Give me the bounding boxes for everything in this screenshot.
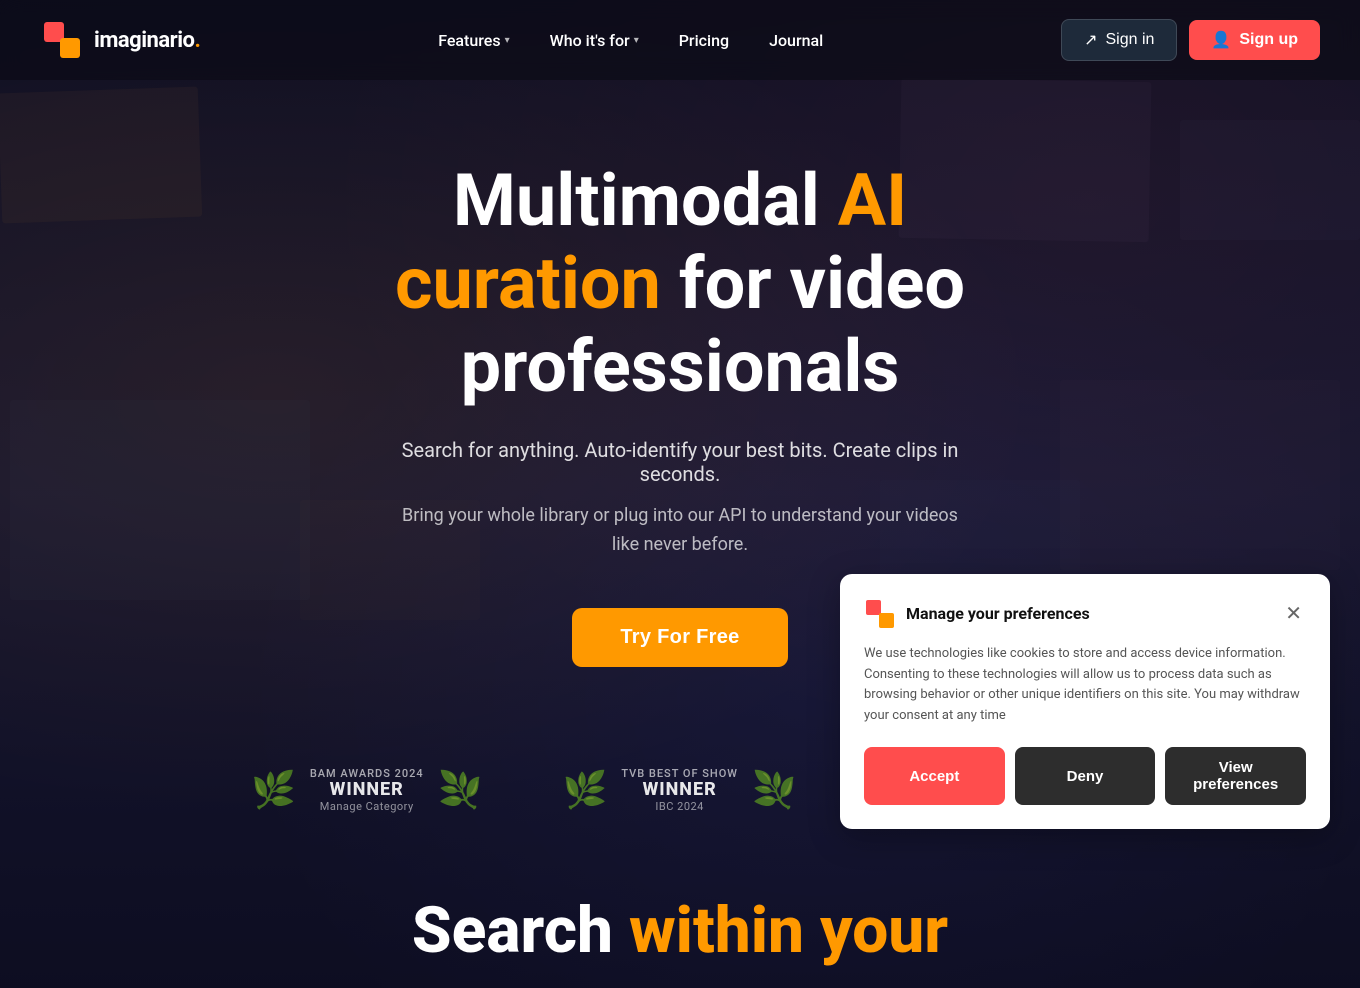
try-for-free-button[interactable]: Try For Free — [572, 608, 787, 667]
wreath-right-icon-2: 🌿 — [752, 772, 797, 808]
logo[interactable]: imaginario. — [40, 18, 200, 62]
award-item-2: 🌿 TVB Best of Show WINNER IBC 2024 🌿 — [562, 767, 796, 813]
nav-pricing[interactable]: Pricing — [663, 23, 745, 58]
headline-ai: AI — [838, 158, 907, 243]
cookie-brand: Manage your preferences — [864, 598, 1090, 630]
hero-subtext2: Bring your whole library or plug into ou… — [390, 502, 970, 560]
cookie-logo-svg — [864, 598, 896, 630]
close-icon: ✕ — [1285, 603, 1302, 625]
logo-text: imaginario. — [94, 28, 200, 53]
award-content-2: TVB Best of Show WINNER IBC 2024 — [615, 767, 744, 813]
signup-button[interactable]: 👤 Sign up — [1189, 20, 1320, 60]
signin-label: Sign in — [1105, 31, 1154, 49]
award-type-2: WINNER — [621, 780, 738, 800]
features-chevron-icon: ▾ — [505, 35, 510, 46]
award-type-1: WINNER — [310, 780, 424, 800]
nav-links: Features ▾ Who it's for ▾ Pricing Journa… — [422, 23, 839, 58]
nav-who-label: Who it's for — [550, 31, 630, 50]
award-event-2: IBC 2024 — [621, 800, 738, 813]
section-peek: Search within your — [0, 873, 1360, 988]
wreath-left-icon-2: 🌿 — [562, 772, 607, 808]
external-link-icon: ↗ — [1084, 30, 1097, 50]
section-headline: Search within your — [40, 893, 1320, 968]
cookie-deny-button[interactable]: Deny — [1015, 747, 1156, 805]
nav-who-its-for[interactable]: Who it's for ▾ — [534, 23, 655, 58]
wreath-right-icon: 🌿 — [438, 772, 483, 808]
nav-journal[interactable]: Journal — [753, 23, 839, 58]
section-headline-part1: Search — [412, 893, 629, 968]
award-content-1: BaM Awards 2024 WINNER Manage Category — [304, 767, 430, 813]
nav-features[interactable]: Features ▾ — [422, 23, 525, 58]
nav-journal-label: Journal — [769, 31, 823, 50]
cookie-consent-dialog: Manage your preferences ✕ We use technol… — [840, 574, 1330, 829]
cookie-view-preferences-button[interactable]: View preferences — [1165, 747, 1306, 805]
cookie-close-button[interactable]: ✕ — [1281, 600, 1306, 628]
hero-headline: Multimodal AI curation for video profess… — [250, 160, 1110, 408]
headline-part1: Multimodal — [453, 158, 838, 243]
cookie-body-text: We use technologies like cookies to stor… — [864, 644, 1306, 727]
section-headline-part2: within your — [629, 893, 948, 968]
headline-part2: curation — [395, 241, 661, 326]
cookie-header: Manage your preferences ✕ — [864, 598, 1306, 630]
award-wreath-1: 🌿 BaM Awards 2024 WINNER Manage Category… — [251, 767, 483, 813]
award-event-1: Manage Category — [310, 800, 424, 813]
cookie-buttons: Accept Deny View preferences — [864, 747, 1306, 805]
signup-label: Sign up — [1239, 31, 1298, 49]
nav-actions: ↗ Sign in 👤 Sign up — [1061, 19, 1320, 61]
logo-svg — [40, 18, 84, 62]
nav-features-label: Features — [438, 31, 500, 50]
logo-dot: . — [194, 28, 200, 53]
cookie-title: Manage your preferences — [906, 604, 1090, 623]
user-plus-icon: 👤 — [1211, 30, 1231, 50]
logo-icon — [40, 18, 84, 62]
award-item-1: 🌿 BaM Awards 2024 WINNER Manage Category… — [251, 767, 483, 813]
award-wreath-2: 🌿 TVB Best of Show WINNER IBC 2024 🌿 — [562, 767, 796, 813]
hero-subtext1: Search for anything. Auto-identify your … — [380, 438, 980, 486]
nav-pricing-label: Pricing — [679, 31, 729, 50]
signin-button[interactable]: ↗ Sign in — [1061, 19, 1177, 61]
who-chevron-icon: ▾ — [634, 35, 639, 46]
cookie-accept-button[interactable]: Accept — [864, 747, 1005, 805]
wreath-left-icon: 🌿 — [251, 772, 296, 808]
navigation: imaginario. Features ▾ Who it's for ▾ Pr… — [0, 0, 1360, 80]
cookie-logo-icon — [864, 598, 896, 630]
